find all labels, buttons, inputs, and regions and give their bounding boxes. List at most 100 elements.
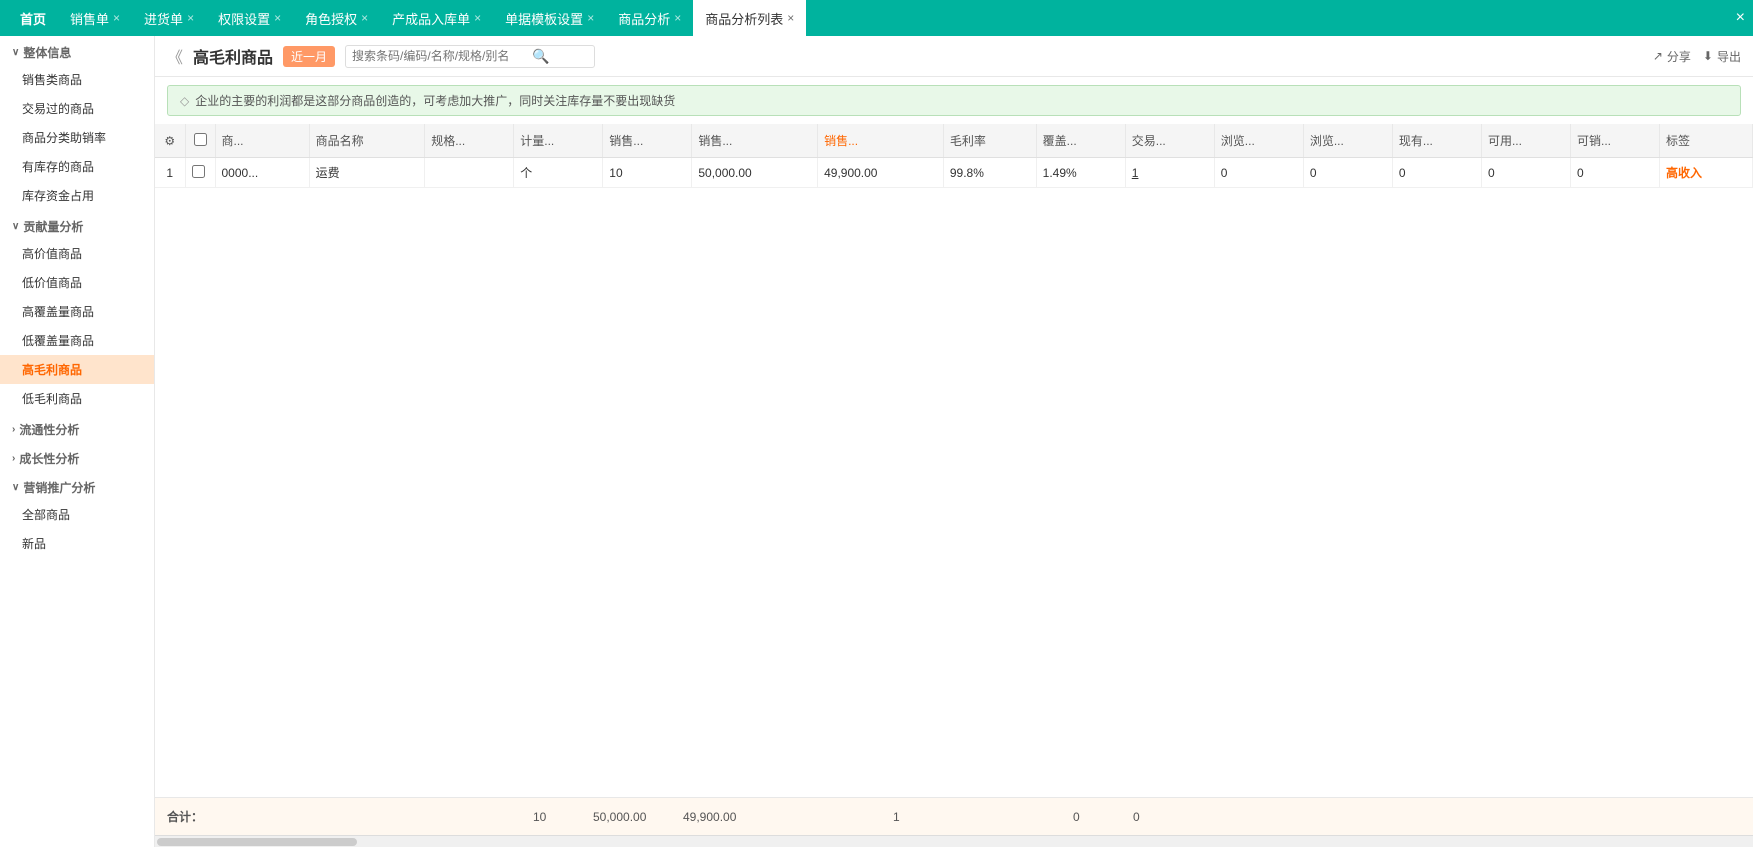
th-checkbox <box>185 124 215 158</box>
main-layout: ∨整体信息销售类商品交易过的商品商品分类助销率有库存的商品库存资金占用∨贡献量分… <box>0 36 1753 847</box>
tip-text: 企业的主要的利润都是这部分商品创造的，可考虑加大推广，同时关注库存量不要出现缺货 <box>195 92 675 109</box>
sidebar-item-high-margin[interactable]: 高毛利商品 <box>0 355 154 384</box>
th-sales-amount[interactable]: 销售... <box>692 124 818 158</box>
select-all-checkbox[interactable] <box>194 133 207 146</box>
sidebar-group-贡献量分析[interactable]: ∨贡献量分析 <box>0 210 154 239</box>
sidebar-item-new-goods[interactable]: 新品 <box>0 529 154 558</box>
nav-item-purchase[interactable]: 进货单 × <box>132 0 206 36</box>
window-close-button[interactable]: × <box>1736 9 1745 27</box>
td-sales-qty: 10 <box>603 158 692 188</box>
nav-close-permission[interactable]: × <box>274 11 281 25</box>
header-actions: ↗ 分享 ⬇ 导出 <box>1653 48 1741 65</box>
nav-close-goods-analysis[interactable]: × <box>674 11 681 25</box>
horizontal-scrollbar[interactable] <box>155 835 1753 847</box>
tip-bar: ◇ 企业的主要的利润都是这部分商品创造的，可考虑加大推广，同时关注库存量不要出现… <box>167 85 1741 116</box>
sidebar-group-成长性分析[interactable]: › 成长性分析 <box>0 442 154 471</box>
table-row: 10000...运费个1050,000.0049,900.0099.8%1.49… <box>155 158 1753 188</box>
sidebar: ∨整体信息销售类商品交易过的商品商品分类助销率有库存的商品库存资金占用∨贡献量分… <box>0 36 155 847</box>
total-current-stock: 0 <box>1067 810 1127 824</box>
nav-item-goods-analysis-list[interactable]: 商品分析列表 × <box>693 0 806 36</box>
sidebar-item-category-rate[interactable]: 商品分类助销率 <box>0 123 154 152</box>
th-sales-cost[interactable]: 销售... <box>818 124 944 158</box>
search-icon[interactable]: 🔍 <box>532 48 549 65</box>
sidebar-group-营销推广分析[interactable]: ∨营销推广分析 <box>0 471 154 500</box>
sidebar-group-整体信息[interactable]: ∨整体信息 <box>0 36 154 65</box>
group-label: 贡献量分析 <box>23 218 83 235</box>
group-arrow-icon: › <box>12 453 15 464</box>
th-sellable-stock[interactable]: 可销... <box>1570 124 1659 158</box>
td-unit: 个 <box>514 158 603 188</box>
sidebar-collapse-button[interactable]: 《 <box>167 44 183 68</box>
th-settings[interactable]: ⚙ <box>155 124 185 158</box>
sidebar-item-low-margin[interactable]: 低毛利商品 <box>0 384 154 413</box>
scrollbar-thumb[interactable] <box>157 838 357 846</box>
th-browse1[interactable]: 浏览... <box>1214 124 1303 158</box>
th-tag[interactable]: 标签 <box>1660 124 1753 158</box>
th-current-stock[interactable]: 现有... <box>1392 124 1481 158</box>
th-code[interactable]: 商... <box>215 124 309 158</box>
th-browse2[interactable]: 浏览... <box>1303 124 1392 158</box>
share-icon: ↗ <box>1653 49 1663 63</box>
nav-close-product-in[interactable]: × <box>474 11 481 25</box>
nav-item-template[interactable]: 单据模板设置 × <box>493 0 606 36</box>
sidebar-item-stocked-goods[interactable]: 有库存的商品 <box>0 152 154 181</box>
th-coverage[interactable]: 覆盖... <box>1036 124 1125 158</box>
nav-item-product-in[interactable]: 产成品入库单 × <box>380 0 493 36</box>
sidebar-group-流通性分析[interactable]: ›流通性分析 <box>0 413 154 442</box>
group-arrow-icon: ∨ <box>12 47 19 58</box>
content-area: 《 高毛利商品 近一月 🔍 ↗ 分享 ⬇ 导出 ◇ 企业的主要的利润都是这部 <box>155 36 1753 847</box>
export-icon: ⬇ <box>1703 49 1713 63</box>
td-coverage: 1.49% <box>1036 158 1125 188</box>
th-trade[interactable]: 交易... <box>1125 124 1214 158</box>
group-label: 成长性分析 <box>19 450 79 467</box>
th-sales-qty[interactable]: 销售... <box>603 124 692 158</box>
sidebar-item-stock-capital[interactable]: 库存资金占用 <box>0 181 154 210</box>
nav-close-sales[interactable]: × <box>113 11 120 25</box>
nav-close-goods-analysis-list[interactable]: × <box>787 11 794 25</box>
nav-item-home[interactable]: 首页 <box>8 0 58 36</box>
total-sales-amount: 50,000.00 <box>587 810 677 824</box>
td-sales-cost: 49,900.00 <box>818 158 944 188</box>
td-num: 1 <box>155 158 185 188</box>
search-input[interactable] <box>352 49 532 63</box>
th-available-stock[interactable]: 可用... <box>1481 124 1570 158</box>
sidebar-item-low-value[interactable]: 低价值商品 <box>0 268 154 297</box>
th-unit[interactable]: 计量... <box>514 124 603 158</box>
nav-item-goods-analysis[interactable]: 商品分析 × <box>606 0 693 36</box>
sidebar-item-high-coverage[interactable]: 高覆盖量商品 <box>0 297 154 326</box>
th-spec[interactable]: 规格... <box>425 124 514 158</box>
td-trade: 1 <box>1125 158 1214 188</box>
th-margin-rate[interactable]: 毛利率 <box>943 124 1036 158</box>
total-available-stock: 0 <box>1127 810 1187 824</box>
td-available-stock: 0 <box>1481 158 1570 188</box>
total-label: 合计： <box>167 808 247 825</box>
table-header-row: ⚙ 商... 商品名称 规格... 计量... 销售... 销售... 销售..… <box>155 124 1753 158</box>
td-spec <box>425 158 514 188</box>
row-checkbox[interactable] <box>192 165 205 178</box>
export-button[interactable]: ⬇ 导出 <box>1703 48 1741 65</box>
nav-close-purchase[interactable]: × <box>187 11 194 25</box>
total-trade: 1 <box>887 810 947 824</box>
tip-icon: ◇ <box>180 94 189 108</box>
td-sales-amount: 50,000.00 <box>692 158 818 188</box>
sidebar-item-low-coverage[interactable]: 低覆盖量商品 <box>0 326 154 355</box>
share-button[interactable]: ↗ 分享 <box>1653 48 1691 65</box>
export-label: 导出 <box>1717 48 1741 65</box>
total-sales-qty: 10 <box>527 810 587 824</box>
nav-item-permission[interactable]: 权限设置 × <box>206 0 293 36</box>
filter-recent-month-button[interactable]: 近一月 <box>283 46 335 67</box>
sidebar-item-high-value[interactable]: 高价值商品 <box>0 239 154 268</box>
sidebar-item-traded-goods[interactable]: 交易过的商品 <box>0 94 154 123</box>
nav-item-role[interactable]: 角色授权 × <box>293 0 380 36</box>
nav-close-template[interactable]: × <box>587 11 594 25</box>
th-name[interactable]: 商品名称 <box>309 124 425 158</box>
sidebar-item-sales-goods[interactable]: 销售类商品 <box>0 65 154 94</box>
td-margin-rate: 99.8% <box>943 158 1036 188</box>
page-title: 高毛利商品 <box>193 44 273 68</box>
nav-close-role[interactable]: × <box>361 11 368 25</box>
group-label: 营销推广分析 <box>23 479 95 496</box>
nav-item-sales[interactable]: 销售单 × <box>58 0 132 36</box>
td-current-stock: 0 <box>1392 158 1481 188</box>
total-bar: 合计： 10 50,000.00 49,900.00 1 0 0 <box>155 797 1753 835</box>
sidebar-item-all-goods[interactable]: 全部商品 <box>0 500 154 529</box>
